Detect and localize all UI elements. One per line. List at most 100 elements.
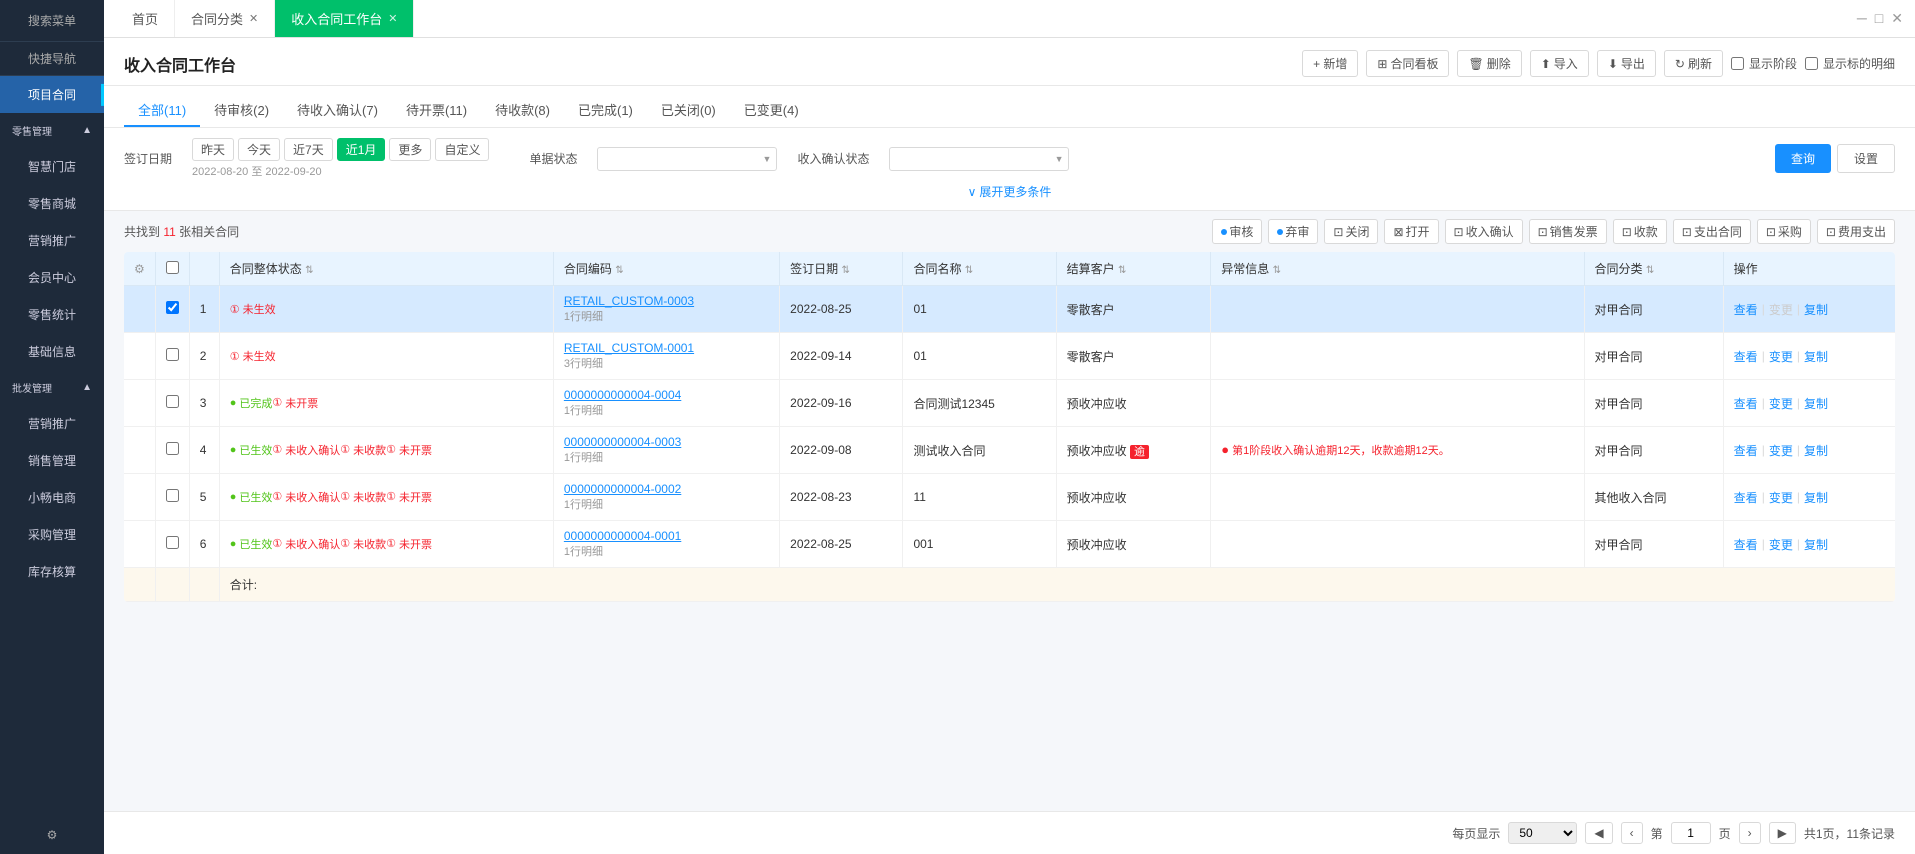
op-link-查看[interactable]: 查看: [1734, 301, 1758, 318]
filter-tab-pending-invoice[interactable]: 待开票(11): [392, 94, 481, 127]
cell-checkbox[interactable]: [155, 333, 189, 380]
collect-payment-button[interactable]: ⊡ 收款: [1613, 219, 1667, 244]
date-btn-today[interactable]: 今天: [238, 138, 280, 161]
per-page-select[interactable]: 50 100 200: [1508, 822, 1577, 844]
cell-checkbox[interactable]: [155, 474, 189, 521]
contract-code-link[interactable]: 0000000000004-0001: [564, 529, 769, 543]
purchase-button[interactable]: ⊡ 采购: [1757, 219, 1811, 244]
sidebar-item-xiaowei[interactable]: 小畅电商: [0, 479, 104, 516]
col-sign-date[interactable]: 签订日期 ⇅: [780, 252, 903, 286]
sidebar-item-retail-mgmt[interactable]: 零售管理 ▲: [0, 113, 104, 148]
sidebar-item-stock-calc[interactable]: 库存核算: [0, 553, 104, 590]
window-maximize-icon[interactable]: □: [1875, 10, 1883, 27]
op-link-查看[interactable]: 查看: [1734, 348, 1758, 365]
col-name[interactable]: 合同名称 ⇅: [903, 252, 1056, 286]
op-link-复制[interactable]: 复制: [1804, 536, 1828, 553]
review-button[interactable]: 审核: [1212, 219, 1262, 244]
sidebar-item-smart-store[interactable]: 智慧门店: [0, 148, 104, 185]
income-confirm-button[interactable]: ⊡ 收入确认: [1445, 219, 1523, 244]
filter-tab-closed[interactable]: 已关闭(0): [647, 94, 730, 127]
contract-code-link[interactable]: RETAIL_CUSTOM-0001: [564, 341, 769, 355]
settings-button[interactable]: 设置: [1837, 144, 1895, 173]
table-gear-icon[interactable]: ⚙: [134, 262, 145, 276]
op-link-复制[interactable]: 复制: [1804, 348, 1828, 365]
last-page-button[interactable]: ▶: [1769, 822, 1796, 844]
date-btn-7days[interactable]: 近7天: [284, 138, 333, 161]
new-button[interactable]: + 新增: [1302, 50, 1358, 77]
query-button[interactable]: 查询: [1775, 144, 1831, 173]
abandon-review-button[interactable]: 弃审: [1268, 219, 1318, 244]
op-link-变更[interactable]: 变更: [1769, 348, 1793, 365]
export-button[interactable]: ⬇ 导出: [1597, 50, 1656, 77]
col-status[interactable]: 合同整体状态 ⇅: [219, 252, 553, 286]
window-close-icon[interactable]: ✕: [1891, 10, 1903, 27]
sidebar-item-retail-stats[interactable]: 零售统计: [0, 296, 104, 333]
row-checkbox[interactable]: [166, 348, 179, 361]
col-category[interactable]: 合同分类 ⇅: [1584, 252, 1723, 286]
date-btn-1month[interactable]: 近1月: [337, 138, 386, 161]
row-checkbox[interactable]: [166, 536, 179, 549]
filter-tab-pending-payment[interactable]: 待收款(8): [481, 94, 564, 127]
sidebar-item-retail-mall[interactable]: 零售商城: [0, 185, 104, 222]
contract-code-link[interactable]: 0000000000004-0003: [564, 435, 769, 449]
date-btn-more[interactable]: 更多: [389, 138, 431, 161]
page-number-input[interactable]: [1671, 822, 1711, 844]
filter-doc-status-select[interactable]: [597, 147, 777, 171]
col-gear[interactable]: ⚙: [124, 252, 155, 286]
show-detail-check[interactable]: 显示标的明细: [1805, 55, 1895, 72]
contract-code-link[interactable]: 0000000000004-0004: [564, 388, 769, 402]
date-btn-custom[interactable]: 自定义: [435, 138, 489, 161]
filter-tab-all[interactable]: 全部(11): [124, 94, 200, 127]
expand-conditions-button[interactable]: ∨ 展开更多条件: [968, 183, 1052, 200]
tab-home[interactable]: 首页: [116, 0, 175, 37]
sidebar-item-purchase-mgmt[interactable]: 采购管理: [0, 516, 104, 553]
filter-tab-changed[interactable]: 已变更(4): [730, 94, 813, 127]
refresh-button[interactable]: ↻ 刷新: [1664, 50, 1723, 77]
window-minimize-icon[interactable]: ─: [1857, 10, 1867, 27]
first-page-button[interactable]: ◀: [1585, 822, 1612, 844]
show-fields-check[interactable]: 显示阶段: [1731, 55, 1797, 72]
tab-contract-category[interactable]: 合同分类 ✕: [175, 0, 275, 37]
cell-checkbox[interactable]: [155, 380, 189, 427]
tab-close-income-contract[interactable]: ✕: [388, 12, 397, 25]
sidebar-item-project-contract[interactable]: 项目合同: [0, 76, 104, 113]
tab-close-contract-category[interactable]: ✕: [249, 12, 258, 25]
op-link-查看[interactable]: 查看: [1734, 489, 1758, 506]
sidebar-item-member-center[interactable]: 会员中心: [0, 259, 104, 296]
col-error[interactable]: 异常信息 ⇅: [1211, 252, 1584, 286]
cell-checkbox[interactable]: [155, 286, 189, 333]
cell-checkbox[interactable]: [155, 521, 189, 568]
date-btn-yesterday[interactable]: 昨天: [192, 138, 234, 161]
row-checkbox[interactable]: [166, 395, 179, 408]
sidebar-settings[interactable]: ⚙: [0, 816, 104, 854]
filter-tab-pending-confirm[interactable]: 待收入确认(7): [283, 94, 392, 127]
sales-invoice-button[interactable]: ⊡ 销售发票: [1529, 219, 1607, 244]
delete-button[interactable]: 🗑 删除: [1457, 50, 1521, 77]
op-link-查看[interactable]: 查看: [1734, 536, 1758, 553]
col-customer[interactable]: 结算客户 ⇅: [1056, 252, 1211, 286]
col-checkbox[interactable]: [155, 252, 189, 286]
sidebar-item-marketing2[interactable]: 营销推广: [0, 405, 104, 442]
table-scroll-area[interactable]: ⚙ 合同整体状态 ⇅ 合同编码 ⇅ 签订日期 ⇅ 合同名称 ⇅ 结算客户 ⇅ 异…: [124, 252, 1895, 602]
op-link-查看[interactable]: 查看: [1734, 395, 1758, 412]
op-link-变更[interactable]: 变更: [1769, 536, 1793, 553]
row-checkbox[interactable]: [166, 301, 179, 314]
op-link-变更[interactable]: 变更: [1769, 442, 1793, 459]
select-all-checkbox[interactable]: [166, 261, 179, 274]
row-checkbox[interactable]: [166, 489, 179, 502]
open-button[interactable]: ⊠ 打开: [1384, 219, 1438, 244]
op-link-变更[interactable]: 变更: [1769, 489, 1793, 506]
sidebar-item-basic-info[interactable]: 基础信息: [0, 333, 104, 370]
tab-income-contract[interactable]: 收入合同工作台 ✕: [275, 0, 414, 37]
cell-checkbox[interactable]: [155, 427, 189, 474]
row-checkbox[interactable]: [166, 442, 179, 455]
op-link-复制[interactable]: 复制: [1804, 489, 1828, 506]
kanban-button[interactable]: ⊞ 合同看板: [1366, 50, 1449, 77]
contract-code-link[interactable]: 0000000000004-0002: [564, 482, 769, 496]
sidebar-quick-nav[interactable]: 快捷导航: [0, 42, 104, 76]
sidebar-item-sales-mgmt[interactable]: 销售管理: [0, 442, 104, 479]
sidebar-search[interactable]: 搜索菜单: [0, 0, 104, 42]
filter-receipt-confirm-select[interactable]: [889, 147, 1069, 171]
expense-contract-button[interactable]: ⊡ 支出合同: [1673, 219, 1751, 244]
filter-tab-completed[interactable]: 已完成(1): [564, 94, 647, 127]
